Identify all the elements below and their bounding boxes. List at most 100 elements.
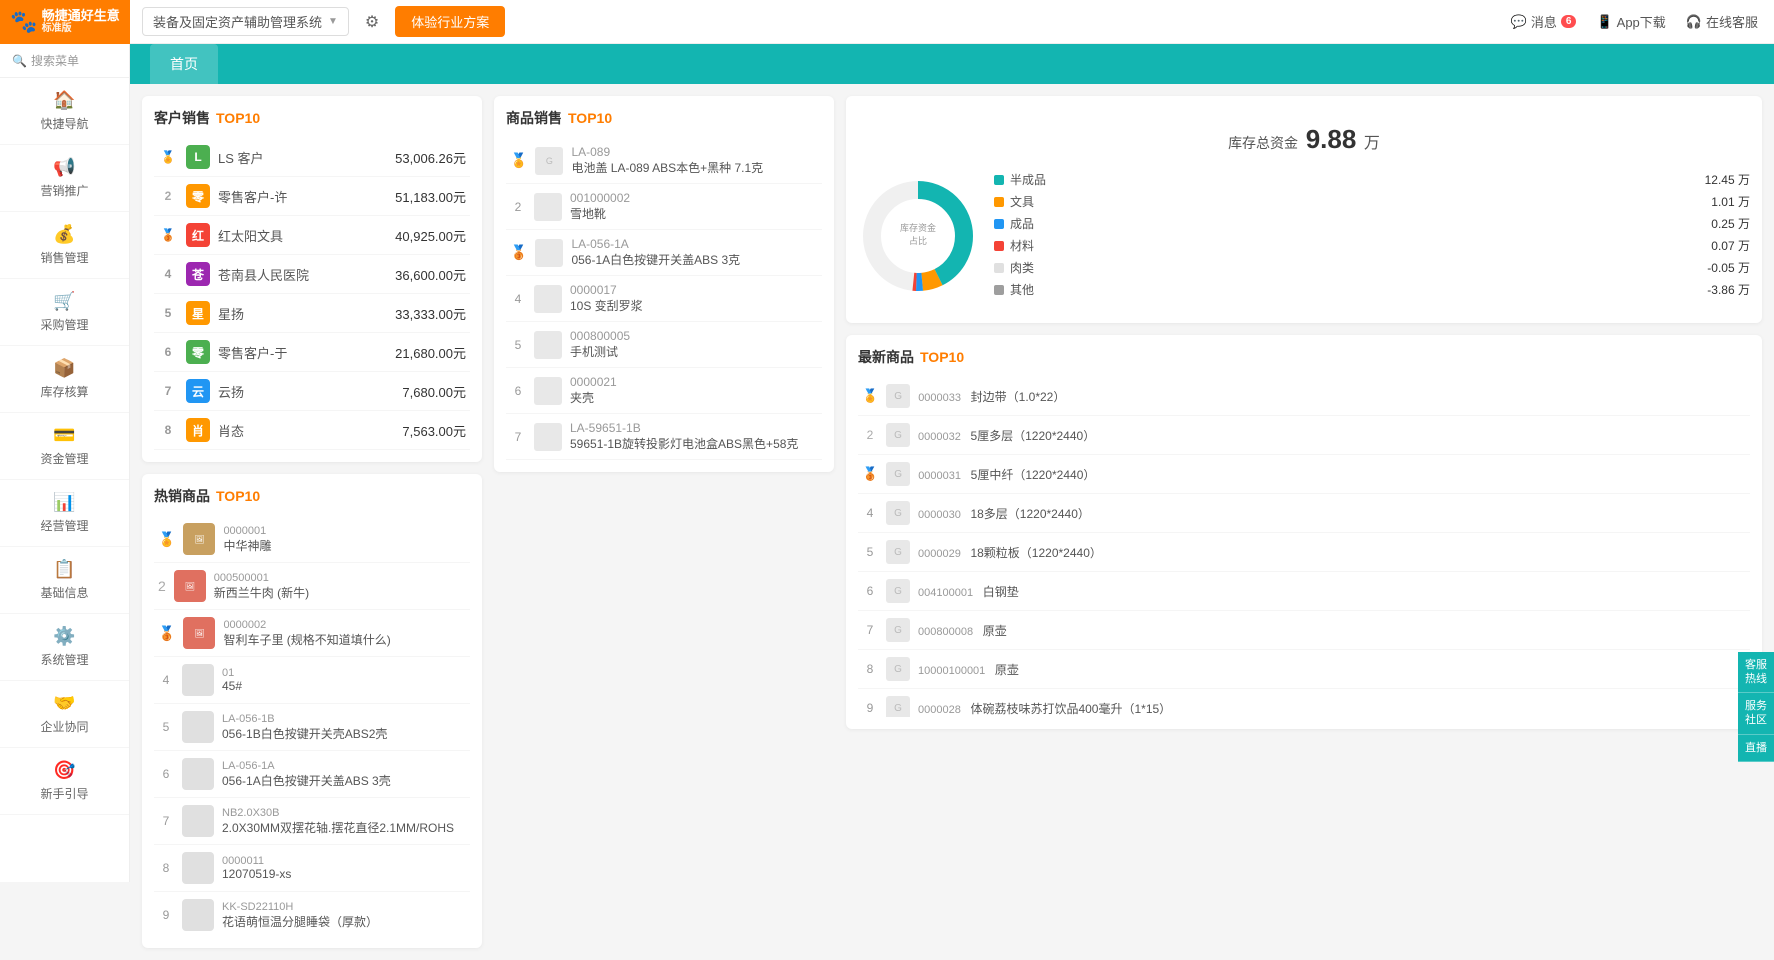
rank-num: 7 <box>862 623 878 637</box>
message-button[interactable]: 💬 消息 6 <box>1511 12 1577 31</box>
sidebar-item-inventory[interactable]: 📦 库存核算 <box>0 346 129 413</box>
nav-bar: 首页 <box>130 44 1774 84</box>
rank-num: 🥉 <box>158 625 175 642</box>
customer-ranking-title: 客户销售 TOP10 <box>154 108 470 128</box>
customer-badge: L <box>186 145 210 169</box>
customer-badge: 云 <box>186 379 210 403</box>
settings-icon[interactable]: ⚙ <box>361 8 383 36</box>
legend-dot <box>994 175 1004 185</box>
sidebar-item-newbie[interactable]: 🎯 新手引导 <box>0 748 129 815</box>
legend-item: 成品 0.25 万 <box>994 215 1750 232</box>
list-item: 6 G 004100001 白钢垫 <box>858 572 1750 611</box>
content-area: 客户销售 TOP10 🏅 L LS 客户 53,006.26元 2 零 零售客户… <box>130 84 1774 960</box>
product-thumbnail: G <box>886 579 910 603</box>
inventory-legend: 半成品 12.45 万 文具 1.01 万 成品 0.25 万 <box>994 171 1750 303</box>
product-thumbnail: G <box>886 501 910 525</box>
list-item: 7 NB2.0X30B 2.0X30MM双摆花轴.摆花直径2.1MM/ROHS <box>154 798 470 845</box>
live-stream-button[interactable]: 直播 <box>1738 735 1774 762</box>
newest-products-list: 🏅 G 0000033 封边带（1.0*22） 2 G 0000032 5厘多层… <box>858 377 1750 717</box>
operations-icon: 📊 <box>53 492 75 513</box>
legend-dot <box>994 219 1004 229</box>
right-panel: 库存总资金 9.88 万 <box>846 96 1762 948</box>
newest-products-card: 最新商品 TOP10 🏅 G 0000033 封边带（1.0*22） 2 <box>846 335 1762 729</box>
customer-badge: 红 <box>186 223 210 247</box>
product-thumbnail <box>182 852 214 884</box>
rank-num: 6 <box>158 767 174 781</box>
rank-num: 2 <box>510 200 526 214</box>
logo-text: 畅捷通好生意 标准版 <box>42 8 120 36</box>
newest-products-title: 最新商品 TOP10 <box>858 347 1750 367</box>
float-service: 客服热线 服务社区 直播 <box>1738 652 1774 762</box>
product-thumbnail: G <box>886 462 910 486</box>
product-thumbnail <box>182 758 214 790</box>
system-selector[interactable]: 装备及固定资产辅助管理系统 ▼ <box>142 7 349 36</box>
list-item: 🥉 LA-056-1A 056-1A白色按键开关盖ABS 3克 <box>506 230 822 276</box>
product-thumbnail: G <box>886 423 910 447</box>
list-item: 🥉 G 0000031 5厘中纤（1220*2440） <box>858 455 1750 494</box>
sidebar-item-enterprise[interactable]: 🤝 企业协同 <box>0 681 129 748</box>
list-item: 🏅 G LA-089 电池盖 LA-089 ABS本色+黑种 7.1克 <box>506 138 822 184</box>
service-community-button[interactable]: 服务社区 <box>1738 693 1774 735</box>
product-thumbnail: 🖼 <box>174 570 206 602</box>
list-item: 5 G 0000029 18颗粒板（1220*2440） <box>858 533 1750 572</box>
list-item: 9 KK-SD22110H 花语萌恒温分腿睡袋（厚款） <box>154 892 470 936</box>
headset-icon: 🎧 <box>1686 14 1702 30</box>
svg-text:库存资金: 库存资金 <box>900 222 936 233</box>
product-sales-card: 商品销售 TOP10 🏅 G LA-089 电池盖 LA-089 ABS本色+黑… <box>494 96 834 472</box>
list-item: 6 0000021 夹壳 <box>506 368 822 414</box>
rank-medal: 🏅 <box>158 150 178 164</box>
list-item: 2 🖼 000500001 新西兰牛肉 (新牛) <box>154 563 470 610</box>
mid-panel: 商品销售 TOP10 🏅 G LA-089 电池盖 LA-089 ABS本色+黑… <box>494 96 834 948</box>
rank-num: 7 <box>158 814 174 828</box>
legend-item: 文具 1.01 万 <box>994 193 1750 210</box>
legend-item: 材料 0.07 万 <box>994 237 1750 254</box>
chevron-down-icon: ▼ <box>328 16 338 27</box>
list-item: 4 苍 苍南县人民医院 36,600.00元 <box>154 255 470 294</box>
basic-info-icon: 📋 <box>53 559 75 580</box>
list-item: 7 云 云扬 7,680.00元 <box>154 372 470 411</box>
rank-num: 🥉 <box>158 228 178 242</box>
phone-icon: 📱 <box>1596 14 1612 30</box>
customer-hotline-button[interactable]: 客服热线 <box>1738 652 1774 694</box>
sidebar-item-marketing[interactable]: 📢 营销推广 <box>0 145 129 212</box>
list-item: 8 G 10000100001 原壶 <box>858 650 1750 689</box>
sidebar-search[interactable]: 🔍 搜索菜单 <box>0 44 129 78</box>
try-button[interactable]: 体验行业方案 <box>395 6 505 37</box>
rank-num: 5 <box>862 545 878 559</box>
rank-medal: 🏅 <box>510 152 527 169</box>
sidebar-item-operations[interactable]: 📊 经营管理 <box>0 480 129 547</box>
legend-dot <box>994 241 1004 251</box>
inventory-icon: 📦 <box>53 358 75 379</box>
message-icon: 💬 <box>1511 14 1527 30</box>
sidebar-item-finance[interactable]: 💳 资金管理 <box>0 413 129 480</box>
newbie-icon: 🎯 <box>53 760 75 781</box>
list-item: 4 0000017 10S 变刮罗浆 <box>506 276 822 322</box>
sidebar-item-system[interactable]: ⚙️ 系统管理 <box>0 614 129 681</box>
list-item: 5 星 星扬 33,333.00元 <box>154 294 470 333</box>
list-item: 7 LA-59651-1B 59651-1B旋转投影灯电池盒ABS黑色+58克 <box>506 414 822 460</box>
app-download-button[interactable]: 📱 App下载 <box>1596 12 1665 31</box>
sidebar: 🔍 搜索菜单 🏠 快捷导航 📢 营销推广 💰 销售管理 🛒 采购管理 📦 库存核… <box>0 44 130 882</box>
legend-item: 半成品 12.45 万 <box>994 171 1750 188</box>
sidebar-item-home[interactable]: 🏠 快捷导航 <box>0 78 129 145</box>
home-tab[interactable]: 首页 <box>150 44 218 84</box>
sidebar-item-purchase[interactable]: 🛒 采购管理 <box>0 279 129 346</box>
rank-num: 7 <box>510 430 526 444</box>
product-thumbnail: G <box>886 618 910 642</box>
product-thumbnail <box>534 423 562 451</box>
rank-num: 8 <box>862 662 878 676</box>
list-item: 🥉 红 红太阳文具 40,925.00元 <box>154 216 470 255</box>
customer-badge: 零 <box>186 184 210 208</box>
sidebar-item-sales[interactable]: 💰 销售管理 <box>0 212 129 279</box>
rank-num: 8 <box>158 861 174 875</box>
rank-num: 6 <box>510 384 526 398</box>
hot-products-card: 热销商品 TOP10 🏅 🖼 0000001 中华神雕 2 🖼 <box>142 474 482 948</box>
logo: 🐾 畅捷通好生意 标准版 <box>0 0 130 44</box>
customer-badge: 苍 <box>186 262 210 286</box>
online-service-button[interactable]: 🎧 在线客服 <box>1686 12 1758 31</box>
product-thumbnail <box>534 331 562 359</box>
purchase-icon: 🛒 <box>53 291 75 312</box>
sidebar-item-basic-info[interactable]: 📋 基础信息 <box>0 547 129 614</box>
legend-item: 其他 -3.86 万 <box>994 281 1750 298</box>
product-thumbnail <box>535 239 563 267</box>
